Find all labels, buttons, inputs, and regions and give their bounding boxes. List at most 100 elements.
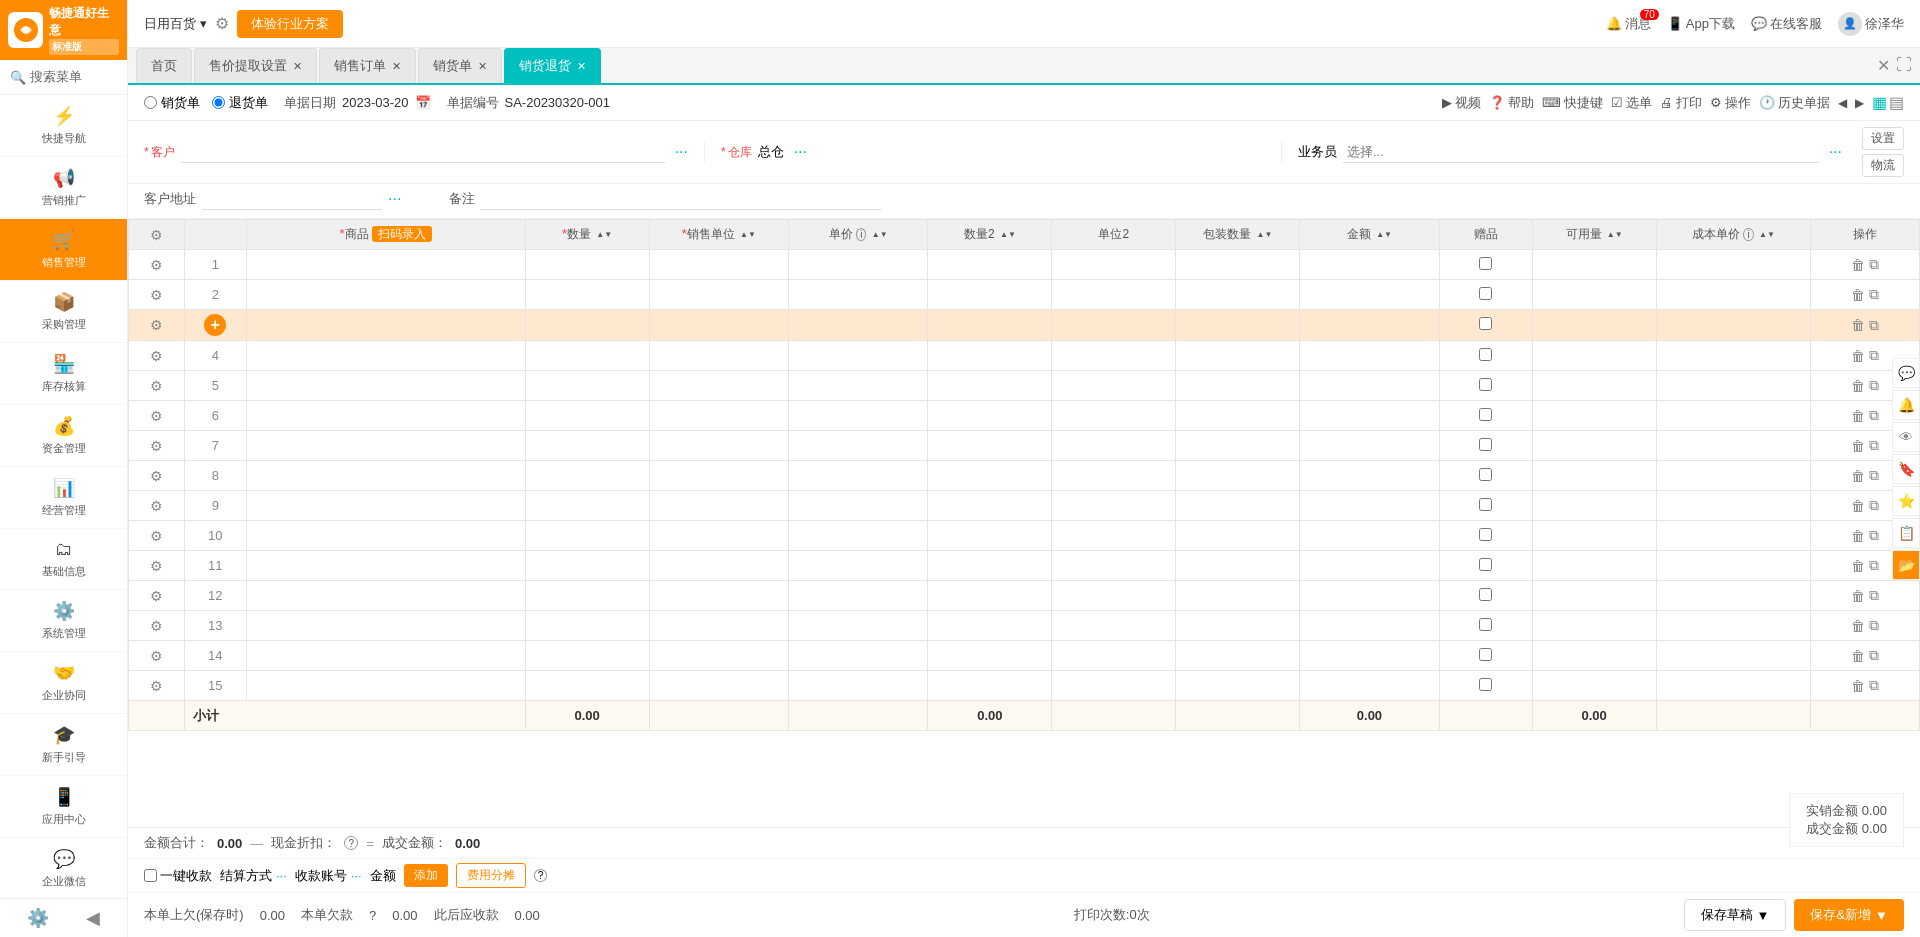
gift-checkbox[interactable] bbox=[1479, 678, 1492, 691]
customer-input[interactable] bbox=[181, 141, 665, 163]
pkg-cell[interactable] bbox=[1176, 310, 1300, 341]
pkg-cell[interactable] bbox=[1176, 250, 1300, 280]
copy-row-btn[interactable]: ⧉ bbox=[1869, 527, 1879, 544]
unit2-cell[interactable] bbox=[1052, 341, 1176, 371]
qty2-cell[interactable] bbox=[928, 341, 1052, 371]
amount-sort-icon[interactable]: ▲▼ bbox=[1376, 230, 1392, 239]
unit-cell[interactable] bbox=[649, 491, 788, 521]
qty-cell[interactable] bbox=[525, 671, 649, 701]
table-row[interactable]: ⚙ 2 🗑 ⧉ bbox=[129, 280, 1920, 310]
delete-row-btn[interactable]: 🗑 bbox=[1851, 557, 1865, 574]
copy-row-btn[interactable]: ⧉ bbox=[1869, 677, 1879, 694]
sidebar-item-appstore[interactable]: 📱 应用中心 bbox=[0, 776, 127, 838]
settings-gear-icon[interactable]: ⚙ bbox=[215, 14, 229, 33]
table-row[interactable]: ⚙ 5 🗑 ⧉ bbox=[129, 371, 1920, 401]
qty2-cell[interactable] bbox=[928, 250, 1052, 280]
row-gear-icon[interactable]: ⚙ bbox=[150, 498, 163, 514]
split-btn[interactable]: 费用分摊 bbox=[456, 863, 526, 888]
save-draft-btn[interactable]: 保存草稿 ▼ bbox=[1684, 899, 1787, 931]
qty-cell[interactable] bbox=[525, 551, 649, 581]
row-gear-icon[interactable]: ⚙ bbox=[150, 678, 163, 694]
right-chat-icon[interactable]: 💬 bbox=[1892, 358, 1920, 388]
video-btn[interactable]: ▶ 视频 bbox=[1442, 94, 1481, 112]
unit-cell[interactable] bbox=[649, 310, 788, 341]
unit-cell[interactable] bbox=[649, 341, 788, 371]
delete-row-btn[interactable]: 🗑 bbox=[1851, 347, 1865, 364]
qty-cell[interactable] bbox=[525, 581, 649, 611]
price-cell[interactable] bbox=[788, 341, 927, 371]
delete-row-btn[interactable]: 🗑 bbox=[1851, 286, 1865, 303]
avail-cell[interactable] bbox=[1532, 671, 1656, 701]
sidebar-item-weixin[interactable]: 💬 企业微信 bbox=[0, 838, 127, 898]
amount-cell[interactable] bbox=[1300, 641, 1439, 671]
cost-cell[interactable] bbox=[1656, 431, 1811, 461]
radio-delivery[interactable]: 销货单 bbox=[144, 94, 200, 112]
unit-cell[interactable] bbox=[649, 431, 788, 461]
tab-delivery-close-btn[interactable]: ✕ bbox=[478, 60, 487, 73]
cost-cell[interactable] bbox=[1656, 551, 1811, 581]
table-row[interactable]: ⚙ 1 🗑 ⧉ bbox=[129, 250, 1920, 280]
qty-cell[interactable] bbox=[525, 491, 649, 521]
customer-picker-icon[interactable]: ··· bbox=[675, 143, 688, 161]
prev-record-btn[interactable]: ◀ bbox=[1838, 96, 1847, 110]
row-gear-icon[interactable]: ⚙ bbox=[150, 528, 163, 544]
product-cell[interactable] bbox=[246, 671, 525, 701]
fullscreen-icon[interactable]: ⛶ bbox=[1896, 56, 1912, 75]
history-btn[interactable]: 🕐 历史单据 bbox=[1759, 94, 1830, 112]
product-cell[interactable] bbox=[246, 521, 525, 551]
tab-order[interactable]: 销售订单✕ bbox=[319, 48, 416, 83]
radio-return[interactable]: 退货单 bbox=[212, 94, 268, 112]
sidebar-item-newguide[interactable]: 🎓 新手引导 bbox=[0, 714, 127, 776]
amount-cell[interactable] bbox=[1300, 551, 1439, 581]
gift-checkbox[interactable] bbox=[1479, 498, 1492, 511]
message-icon[interactable]: 🔔 消息 70 bbox=[1606, 15, 1651, 33]
tab-price-close-btn[interactable]: ✕ bbox=[293, 60, 302, 73]
cost-cell[interactable] bbox=[1656, 581, 1811, 611]
gift-cell[interactable] bbox=[1439, 310, 1532, 341]
unit-cell[interactable] bbox=[649, 551, 788, 581]
row-gear-icon[interactable]: ⚙ bbox=[150, 378, 163, 394]
qty2-cell[interactable] bbox=[928, 280, 1052, 310]
one-key-payment-checkbox[interactable] bbox=[144, 869, 157, 882]
settings-btn[interactable]: 设置 bbox=[1862, 127, 1904, 150]
table-row[interactable]: ⚙ 6 🗑 ⧉ bbox=[129, 401, 1920, 431]
cost-cell[interactable] bbox=[1656, 491, 1811, 521]
row-gear-icon[interactable]: ⚙ bbox=[150, 468, 163, 484]
unit-cell[interactable] bbox=[649, 671, 788, 701]
copy-row-btn[interactable]: ⧉ bbox=[1869, 407, 1879, 424]
billing-method-picker[interactable]: ··· bbox=[276, 868, 287, 883]
unit2-cell[interactable] bbox=[1052, 461, 1176, 491]
tab-return-close-btn[interactable]: ✕ bbox=[577, 60, 586, 73]
gift-checkbox[interactable] bbox=[1479, 558, 1492, 571]
billing-account-picker[interactable]: ··· bbox=[351, 868, 362, 883]
cost-cell[interactable] bbox=[1656, 341, 1811, 371]
close-tab-icon[interactable]: ✕ bbox=[1877, 56, 1890, 75]
qty2-cell[interactable] bbox=[928, 310, 1052, 341]
cost-cell[interactable] bbox=[1656, 521, 1811, 551]
price-cell[interactable] bbox=[788, 551, 927, 581]
product-cell[interactable] bbox=[246, 280, 525, 310]
warehouse-picker-icon[interactable]: ··· bbox=[794, 143, 807, 161]
avail-sort-icon[interactable]: ▲▼ bbox=[1607, 230, 1623, 239]
cost-cell[interactable] bbox=[1656, 611, 1811, 641]
unit2-cell[interactable] bbox=[1052, 401, 1176, 431]
right-bookmark-icon[interactable]: 🔖 bbox=[1892, 454, 1920, 484]
product-cell[interactable] bbox=[246, 431, 525, 461]
qty-cell[interactable] bbox=[525, 611, 649, 641]
unit2-cell[interactable] bbox=[1052, 250, 1176, 280]
gift-cell[interactable] bbox=[1439, 611, 1532, 641]
pkg-cell[interactable] bbox=[1176, 611, 1300, 641]
amount-cell[interactable] bbox=[1300, 521, 1439, 551]
gift-cell[interactable] bbox=[1439, 431, 1532, 461]
product-cell[interactable] bbox=[246, 250, 525, 280]
qty2-cell[interactable] bbox=[928, 401, 1052, 431]
right-eye-icon[interactable]: 👁 bbox=[1892, 422, 1920, 452]
copy-row-btn[interactable]: ⧉ bbox=[1869, 286, 1879, 303]
product-cell[interactable] bbox=[246, 461, 525, 491]
row-gear-icon[interactable]: ⚙ bbox=[150, 588, 163, 604]
qty-cell[interactable] bbox=[525, 641, 649, 671]
debt-info-icon[interactable]: ? bbox=[369, 908, 376, 923]
pkg-cell[interactable] bbox=[1176, 431, 1300, 461]
avail-cell[interactable] bbox=[1532, 371, 1656, 401]
grid-view-btn[interactable]: ▦ bbox=[1872, 93, 1887, 112]
